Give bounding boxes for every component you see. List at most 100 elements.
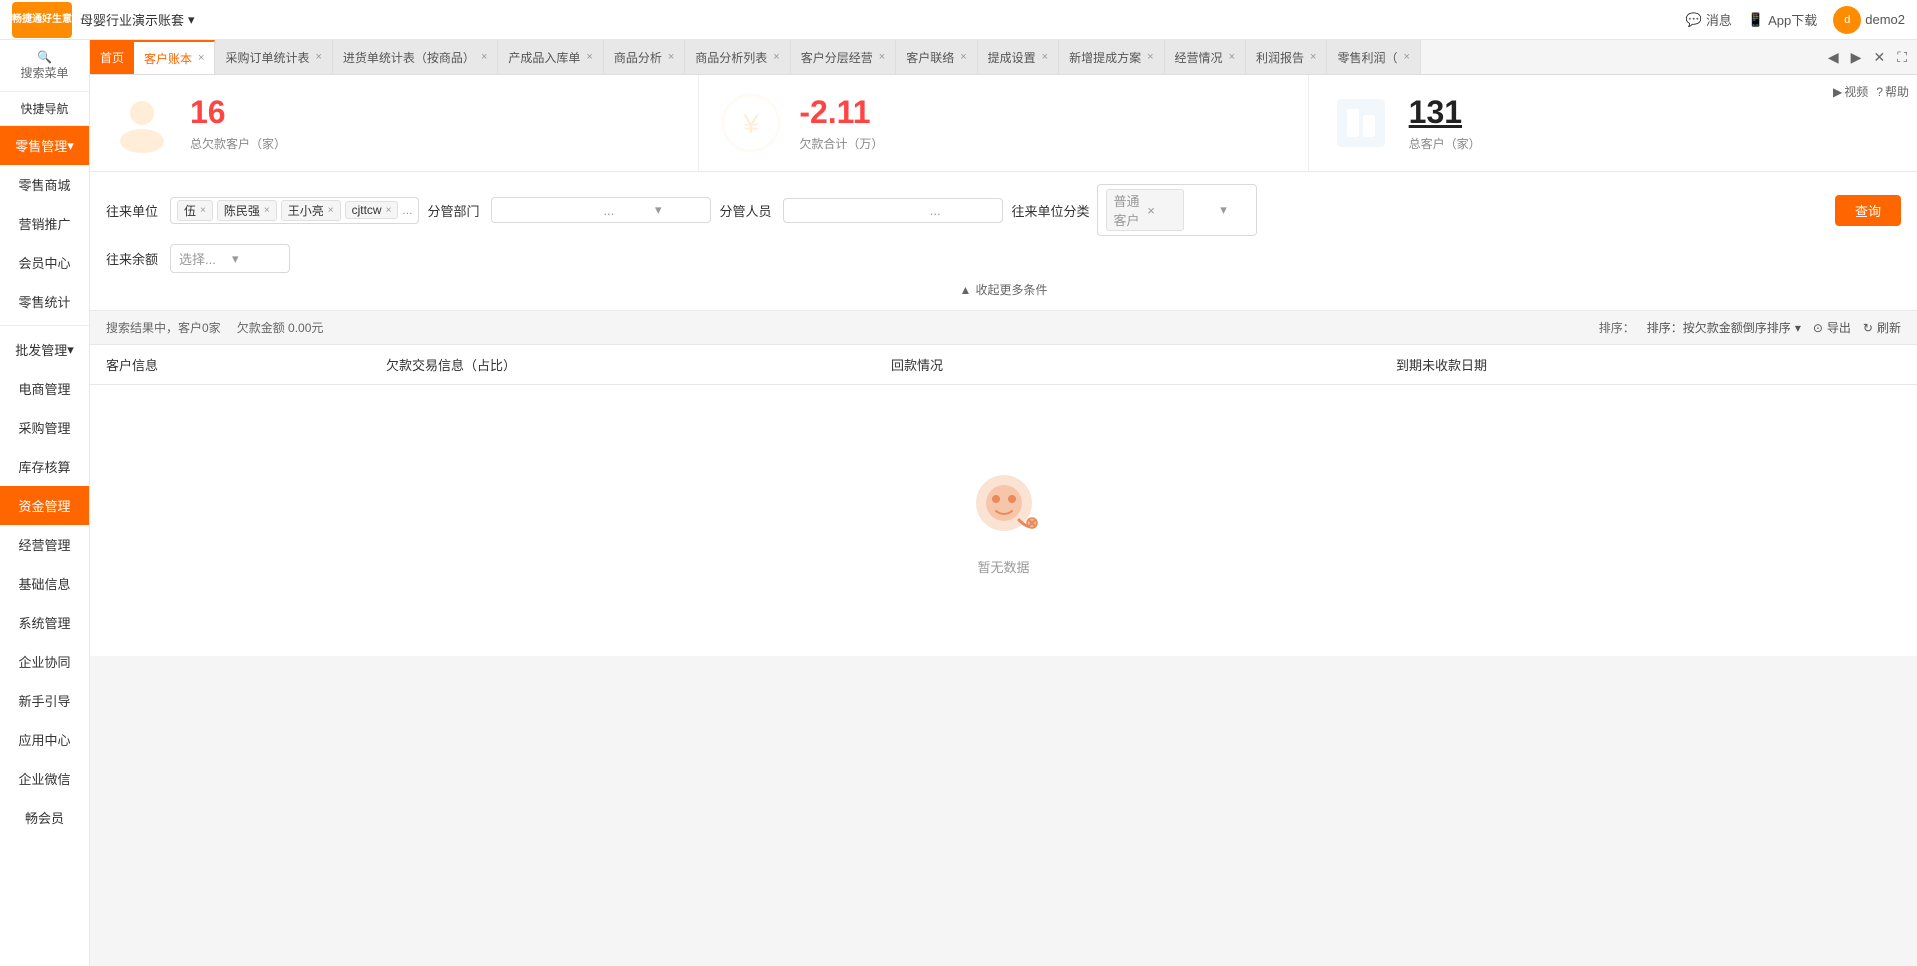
sidebar-item-finance[interactable]: 资金管理 [0,486,89,525]
sort-select[interactable]: 排序：按欠款金额倒序排序 ▾ [1647,319,1801,336]
summary-card-1-data: 16 总欠款客户（家） [190,94,286,152]
filter-person-select[interactable]: ... [783,198,1003,223]
filter-person-more[interactable]: ... [930,203,995,218]
tab-prev-btn[interactable]: ◀ [1824,47,1843,68]
sidebar-item-retail-mgmt[interactable]: 零售管理 ▾ [0,126,89,165]
summary-card-3-data: 131 总客户（家） [1409,94,1481,152]
tab-label: 经营情况 [1175,49,1223,66]
filter-collapse: ▲ 收起更多条件 [106,281,1901,298]
sidebar-item-corp-wechat[interactable]: 企业微信 [0,759,89,798]
tab-close-icon[interactable]: × [315,51,321,63]
tab-close-all-btn[interactable]: ✕ [1869,47,1889,68]
tab-customer-accounts[interactable]: 客户账本 × [134,40,215,74]
sidebar-item-sys-mgmt[interactable]: 系统管理 [0,603,89,642]
tab-close-icon[interactable]: × [773,51,779,63]
filter-dept-more[interactable]: ... [603,203,651,218]
filter-dept-select[interactable]: ... ▾ [491,197,711,223]
query-btn[interactable]: 查询 [1835,195,1901,226]
tab-new-reminder-plan[interactable]: 新增提成方案 × [1059,40,1164,74]
tab-close-icon[interactable]: × [1310,51,1316,63]
summary-card-1-label: 总欠款客户（家） [190,135,286,152]
tab-close-icon[interactable]: × [668,51,674,63]
tab-close-icon[interactable]: × [1147,51,1153,63]
sidebar-item-corp-collab[interactable]: 企业协同 [0,642,89,681]
refresh-btn[interactable]: ↻ 刷新 [1863,319,1901,336]
filter-tag-wang-close[interactable]: × [328,205,334,216]
result-bar-left: 搜索结果中，客户0家 欠款金额 0.00元 [106,319,323,336]
filter-unit-label: 往来单位 [106,201,162,220]
filter-tag-wu-close[interactable]: × [200,205,206,216]
tab-label: 产成品入库单 [508,49,580,66]
sidebar-item-new-guide[interactable]: 新手引导 [0,681,89,720]
tab-close-icon[interactable]: × [586,51,592,63]
tab-close-icon[interactable]: × [481,51,487,63]
help-btn[interactable]: ? 帮助 [1876,83,1909,100]
sidebar-item-basic-info[interactable]: 基础信息 [0,564,89,603]
filter-unit-tags[interactable]: 伍 × 陈民强 × 王小亮 × cjttcw × [170,197,419,224]
topbar: 畅捷通好生意 母婴行业演示账套 ▾ 💬 消息 📱 App下载 d demo2 [0,0,1917,40]
filter-collapse-label: 收起更多条件 [975,281,1047,298]
tab-purchase-order-stats[interactable]: 采购订单统计表 × [215,40,332,74]
tab-retail-profit[interactable]: 零售利润（ × [1327,40,1420,74]
tab-customer-tier[interactable]: 客户分层经营 × [791,40,896,74]
tab-customer-contact[interactable]: 客户联络 × [896,40,977,74]
sidebar-item-label: 采购管理 [18,418,70,437]
sidebar-search-btn[interactable]: 🔍 搜索菜单 [0,40,89,92]
filter-collapse-btn[interactable]: ▲ 收起更多条件 [960,281,1048,298]
sidebar-item-member-center[interactable]: 会员中心 [0,243,89,282]
summary-card-customers: 16 总欠款客户（家） [90,75,699,171]
tab-product-analysis[interactable]: 商品分析 × [604,40,685,74]
tab-product-analysis-list[interactable]: 商品分析列表 × [685,40,790,74]
tab-product-inbound[interactable]: 产成品入库单 × [498,40,603,74]
sidebar-item-inventory[interactable]: 库存核算 [0,447,89,486]
sidebar-item-purchase-mgmt[interactable]: 采购管理 [0,408,89,447]
workspace-selector[interactable]: 母婴行业演示账套 ▾ [80,10,195,29]
tab-close-icon[interactable]: × [879,51,885,63]
app-download-btn[interactable]: 📱 App下载 [1748,10,1817,29]
content-area: 首页 客户账本 × 采购订单统计表 × 进货单统计表（按商品） × 产成品入库单… [90,40,1917,966]
tab-close-icon[interactable]: × [198,52,204,64]
user-menu[interactable]: d demo2 [1833,6,1905,34]
tab-fullscreen-btn[interactable]: ⛶ [1893,47,1911,68]
sidebar-quick-nav[interactable]: 快捷导航 [0,92,89,126]
sidebar-item-ops-mgmt[interactable]: 经营管理 [0,525,89,564]
tab-purchase-inbound-stats[interactable]: 进货单统计表（按商品） × [333,40,498,74]
filter-unit-type-select[interactable]: 普通客户 × ▾ [1097,184,1257,236]
filter-tag-chen-close[interactable]: × [264,205,270,216]
filter-balance-select[interactable]: 选择... ▾ [170,244,290,273]
tab-profit-report[interactable]: 利润报告 × [1246,40,1327,74]
summary-card-3-value: 131 [1409,94,1481,131]
tab-ops-situation[interactable]: 经营情况 × [1165,40,1246,74]
summary-card-2-value: -2.11 [799,94,883,131]
sidebar-item-retail-mall[interactable]: 零售商城 [0,165,89,204]
export-btn[interactable]: ⊙ 导出 [1813,319,1851,336]
sidebar-item-member-vip[interactable]: 畅会员 [0,798,89,837]
sidebar-item-label: 经营管理 [18,535,70,554]
sidebar-item-label: 应用中心 [18,730,70,749]
sidebar-item-retail-stats[interactable]: 零售统计 [0,282,89,321]
filter-tag-chen: 陈民强 × [217,200,277,221]
brand-logo[interactable]: 畅捷通好生意 [12,2,72,38]
filter-tag-wu-text: 伍 [184,202,196,219]
svg-text:¥: ¥ [743,109,760,140]
sidebar-item-app-center[interactable]: 应用中心 [0,720,89,759]
sidebar-item-marketing[interactable]: 营销推广 [0,204,89,243]
export-label: 导出 [1827,319,1851,336]
tab-home[interactable]: 首页 [90,40,134,74]
tab-close-icon[interactable]: × [1042,51,1048,63]
sidebar-item-wholesale-mgmt[interactable]: 批发管理 ▾ [0,330,89,369]
tab-close-icon[interactable]: × [1229,51,1235,63]
sidebar-item-label: 零售统计 [18,292,70,311]
tab-reminder-settings[interactable]: 提成设置 × [978,40,1059,74]
summary-card-2-label: 欠款合计（万） [799,135,883,152]
filter-unit-type-close[interactable]: × [1147,203,1177,218]
filter-tag-cjt-close[interactable]: × [386,205,392,216]
video-btn[interactable]: ▶ 视频 [1833,83,1868,100]
summary-card-3-label: 总客户（家） [1409,135,1481,152]
message-btn[interactable]: 💬 消息 [1686,10,1732,29]
tab-close-icon[interactable]: × [1403,51,1409,63]
sidebar-item-ecommerce[interactable]: 电商管理 [0,369,89,408]
filter-more-btn[interactable]: ... [402,203,412,217]
tab-close-icon[interactable]: × [960,51,966,63]
tab-next-btn[interactable]: ▶ [1847,47,1866,68]
